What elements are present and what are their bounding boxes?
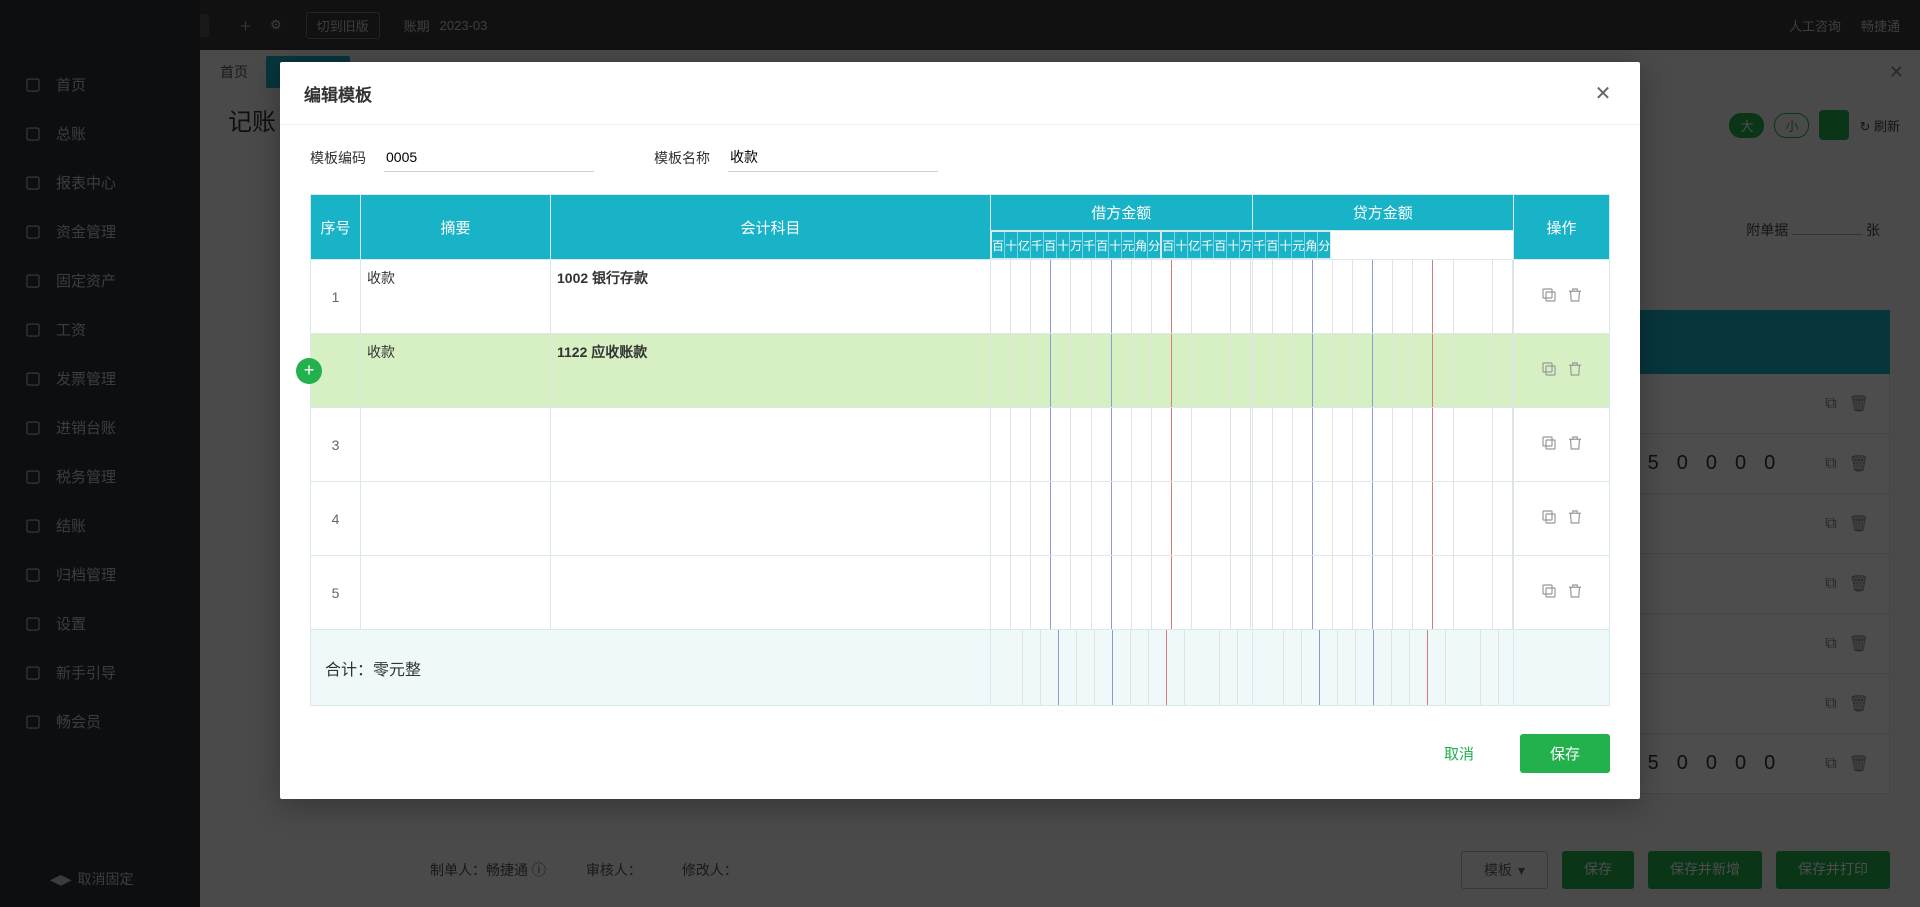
row-subject[interactable] [551,556,991,630]
row-debit[interactable] [991,556,1253,630]
delete-icon[interactable] [1566,508,1584,526]
row-summary[interactable]: 收款 [361,260,551,334]
row-subject[interactable]: 1122 应收账款 [551,334,991,408]
row-op [1514,482,1610,556]
credit-units: 百十亿千百十万千百十元角分 [1161,231,1331,259]
row-credit[interactable] [1252,482,1514,556]
close-icon[interactable]: ✕ [1590,80,1616,106]
template-code-input[interactable] [384,143,594,172]
row-op [1514,408,1610,482]
row-seq: 1 [311,260,361,334]
table-row[interactable]: +收款1122 应收账款 [311,334,1610,408]
row-debit[interactable] [991,482,1253,556]
row-summary[interactable] [361,408,551,482]
table-row[interactable]: 4 [311,482,1610,556]
modal-title: 编辑模板 [304,81,372,106]
add-row-icon[interactable]: + [296,358,322,384]
row-seq: 4 [311,482,361,556]
row-summary[interactable]: 收款 [361,334,551,408]
row-credit[interactable] [1252,556,1514,630]
cancel-button[interactable]: 取消 [1414,734,1504,773]
row-seq: + [311,334,361,408]
row-subject[interactable] [551,408,991,482]
col-seq: 序号 [311,195,361,260]
row-credit[interactable] [1252,334,1514,408]
copy-icon[interactable] [1540,508,1558,526]
template-name-label: 模板名称 [654,148,710,168]
row-op [1514,260,1610,334]
total-credit [1252,630,1514,706]
row-subject[interactable]: 1002 银行存款 [551,260,991,334]
total-debit [991,630,1253,706]
copy-icon[interactable] [1540,434,1558,452]
row-summary[interactable] [361,482,551,556]
col-subject: 会计科目 [551,195,991,260]
row-debit[interactable] [991,334,1253,408]
row-debit[interactable] [991,260,1253,334]
col-operation: 操作 [1514,195,1610,260]
copy-icon[interactable] [1540,286,1558,304]
voucher-template-table: 序号 摘要 会计科目 借方金额 贷方金额 操作 百十亿千百十万千百十元角分 百十… [310,194,1610,706]
copy-icon[interactable] [1540,582,1558,600]
template-name-input[interactable] [728,143,938,172]
row-seq: 3 [311,408,361,482]
table-row[interactable]: 5 [311,556,1610,630]
delete-icon[interactable] [1566,582,1584,600]
row-debit[interactable] [991,408,1253,482]
total-op [1514,630,1610,706]
delete-icon[interactable] [1566,360,1584,378]
debit-units: 百十亿千百十万千百十元角分 [991,231,1161,259]
delete-icon[interactable] [1566,434,1584,452]
col-credit: 贷方金额 [1252,195,1514,231]
row-seq: 5 [311,556,361,630]
col-debit: 借方金额 [991,195,1253,231]
copy-icon[interactable] [1540,360,1558,378]
table-row[interactable]: 1收款1002 银行存款 [311,260,1610,334]
row-op [1514,334,1610,408]
row-subject[interactable] [551,482,991,556]
save-button[interactable]: 保存 [1520,734,1610,773]
edit-template-modal: 编辑模板 ✕ 模板编码 模板名称 序号 摘要 会计科目 [280,62,1640,799]
table-row[interactable]: 3 [311,408,1610,482]
col-summary: 摘要 [361,195,551,260]
total-row: 合计：零元整 [311,630,991,706]
template-code-label: 模板编码 [310,148,366,168]
row-summary[interactable] [361,556,551,630]
row-op [1514,556,1610,630]
delete-icon[interactable] [1566,286,1584,304]
row-credit[interactable] [1252,260,1514,334]
row-credit[interactable] [1252,408,1514,482]
